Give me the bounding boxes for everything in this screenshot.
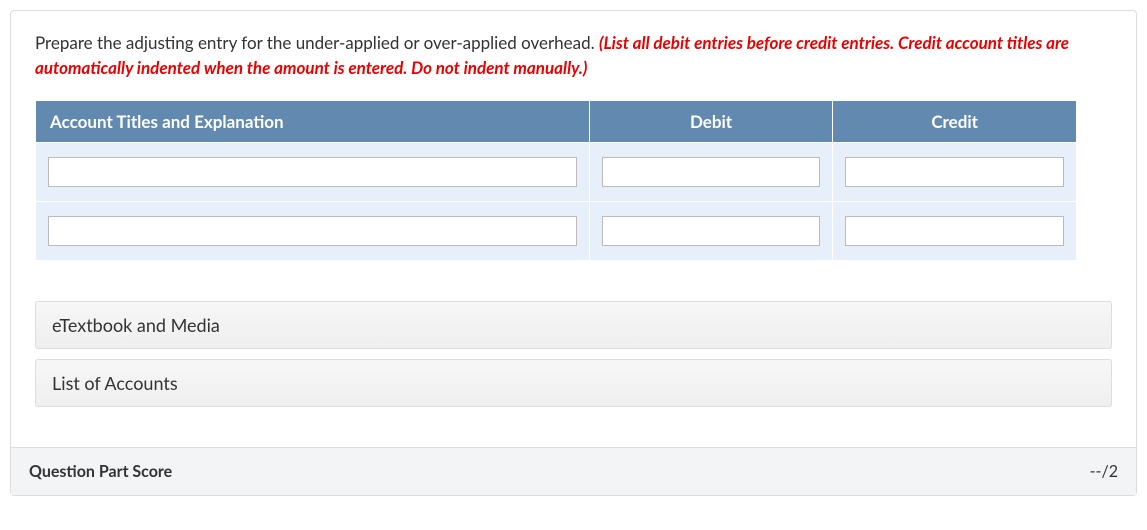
etextbook-link[interactable]: eTextbook and Media <box>35 301 1112 349</box>
instruction-block: Prepare the adjusting entry for the unde… <box>35 31 1112 80</box>
account-title-input[interactable] <box>48 157 577 187</box>
score-footer: Question Part Score --/2 <box>11 447 1136 495</box>
score-value: --/2 <box>1090 462 1118 481</box>
debit-input[interactable] <box>602 216 821 246</box>
header-account-titles: Account Titles and Explanation <box>36 101 590 143</box>
table-row <box>36 202 1077 261</box>
debit-input[interactable] <box>602 157 821 187</box>
instruction-text: Prepare the adjusting entry for the unde… <box>35 32 599 53</box>
header-debit: Debit <box>589 101 833 143</box>
header-credit: Credit <box>833 101 1077 143</box>
resource-links: eTextbook and Media List of Accounts <box>35 301 1112 407</box>
credit-input[interactable] <box>845 157 1064 187</box>
question-content: Prepare the adjusting entry for the unde… <box>11 11 1136 447</box>
score-label: Question Part Score <box>29 462 172 481</box>
table-row <box>36 143 1077 202</box>
journal-entry-table: Account Titles and Explanation Debit Cre… <box>35 100 1077 261</box>
list-of-accounts-link[interactable]: List of Accounts <box>35 359 1112 407</box>
credit-input[interactable] <box>845 216 1064 246</box>
account-title-input[interactable] <box>48 216 577 246</box>
question-card: Prepare the adjusting entry for the unde… <box>10 10 1137 496</box>
